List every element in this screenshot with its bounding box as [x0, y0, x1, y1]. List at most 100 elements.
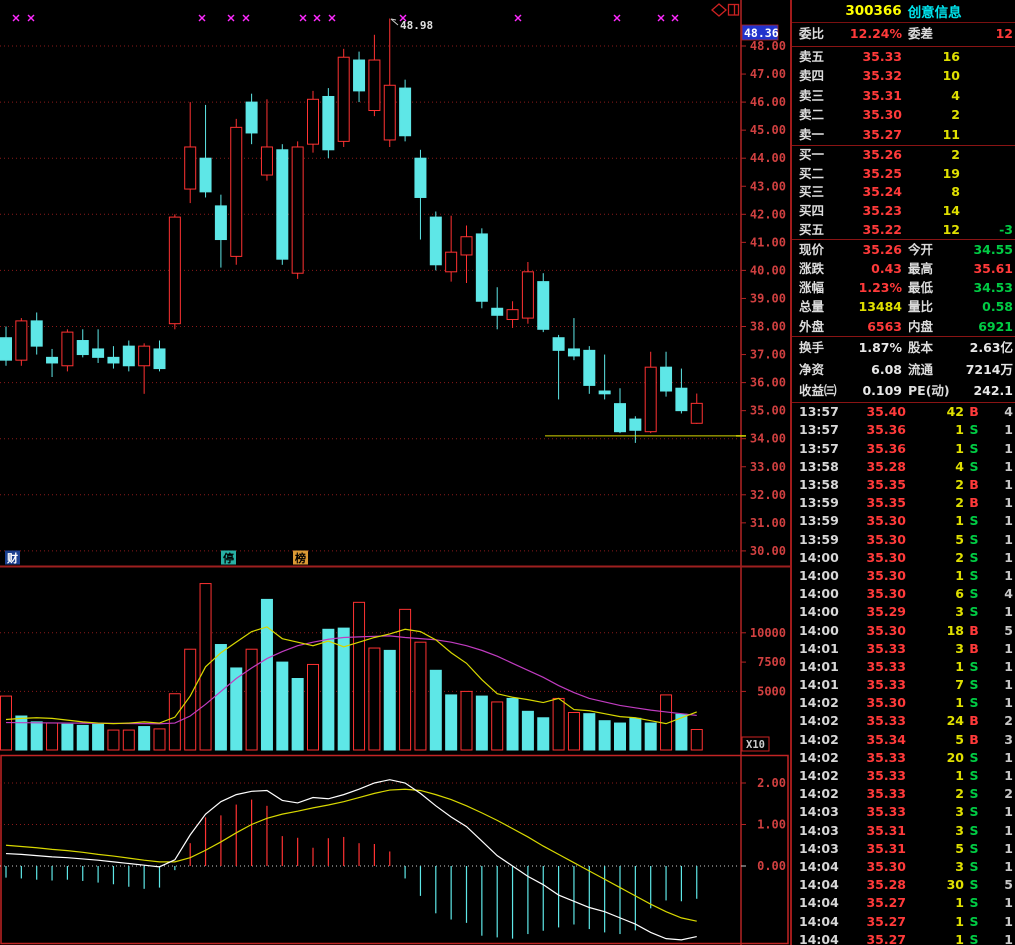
ask-row[interactable]: 卖二35.302	[792, 106, 1015, 126]
tick-count: 5	[984, 625, 1015, 638]
bid-row-price: 35.25	[840, 168, 902, 181]
tick-row[interactable]: 14:0235.3324B2	[792, 713, 1015, 731]
bid-row[interactable]: 买一35.262	[792, 146, 1015, 165]
bid-row-qty: 14	[902, 205, 960, 218]
bid-row-label: 买一	[792, 149, 840, 162]
tick-volume: 4	[906, 461, 964, 474]
macd-panel: 2.001.000.00	[0, 756, 788, 944]
bid-row[interactable]: 买二35.2519	[792, 165, 1015, 184]
tick-row[interactable]: 13:5835.284S1	[792, 458, 1015, 476]
diamond-icon[interactable]	[712, 4, 726, 16]
tick-row[interactable]: 14:0035.3018B5	[792, 622, 1015, 640]
svg-text:停: 停	[223, 551, 234, 565]
tick-row[interactable]: 14:0135.337S1	[792, 676, 1015, 694]
tick-price: 35.35	[842, 497, 906, 510]
chart-area[interactable]: 48.98财停榜48.0047.0046.0045.0044.0043.0042…	[0, 0, 790, 945]
tick-price: 35.33	[842, 679, 906, 692]
svg-text:31.00: 31.00	[750, 516, 786, 530]
quote-row-label1: 总量	[792, 301, 840, 314]
tick-row[interactable]: 14:0135.331S1	[792, 658, 1015, 676]
ask-row[interactable]: 卖一35.2711	[792, 125, 1015, 145]
tick-count: 1	[984, 934, 1015, 945]
tick-row[interactable]: 13:5935.352B1	[792, 494, 1015, 512]
tick-row[interactable]: 14:0435.303S1	[792, 858, 1015, 876]
svg-text:0.00: 0.00	[757, 859, 786, 873]
tick-time: 13:59	[792, 515, 842, 528]
ask-row[interactable]: 卖三35.314	[792, 86, 1015, 106]
tick-row[interactable]: 14:0435.271S1	[792, 894, 1015, 912]
tick-row[interactable]: 14:0235.301S1	[792, 694, 1015, 712]
tick-volume: 24	[906, 715, 964, 728]
tick-time: 14:00	[792, 552, 842, 565]
ask-row-qty: 2	[902, 109, 960, 122]
ask-row[interactable]: 卖五35.3316	[792, 47, 1015, 67]
price-axis: 48.0047.0046.0045.0044.0043.0042.0041.00…	[736, 0, 786, 945]
svg-text:7500: 7500	[757, 655, 786, 669]
quote-summary: 现价35.26今开34.55涨跌0.43最高35.61涨幅1.23%最低34.5…	[792, 240, 1015, 336]
quote-row-value1: 6563	[840, 321, 902, 334]
tick-count: 1	[984, 461, 1015, 474]
tick-row[interactable]: 14:0435.2830S5	[792, 876, 1015, 894]
tick-row[interactable]: 14:0235.345B3	[792, 731, 1015, 749]
tick-volume: 1	[906, 661, 964, 674]
tick-row[interactable]: 13:5935.301S1	[792, 513, 1015, 531]
quote-row-value1: 0.43	[840, 263, 902, 276]
ask-row-label: 卖四	[792, 70, 840, 83]
tick-row[interactable]: 14:0435.271S1	[792, 913, 1015, 931]
tick-row[interactable]: 14:0235.331S1	[792, 767, 1015, 785]
tick-volume: 1	[906, 934, 964, 945]
tick-row[interactable]: 14:0035.306S4	[792, 585, 1015, 603]
tick-row[interactable]: 14:0235.332S2	[792, 785, 1015, 803]
tick-row[interactable]: 14:0335.315S1	[792, 840, 1015, 858]
ask-row-price: 35.32	[840, 70, 902, 83]
tick-row[interactable]: 13:5735.361S1	[792, 440, 1015, 458]
tick-row[interactable]: 14:0235.3320S1	[792, 749, 1015, 767]
tick-row[interactable]: 13:5935.305S1	[792, 531, 1015, 549]
tick-side: S	[964, 679, 984, 692]
svg-text:39.00: 39.00	[750, 291, 786, 305]
bid-row[interactable]: 买三35.248	[792, 183, 1015, 202]
tick-row[interactable]: 14:0035.301S1	[792, 567, 1015, 585]
bid-row-qty: 12	[902, 224, 960, 237]
svg-text:48.00: 48.00	[750, 39, 786, 53]
tick-list[interactable]: 13:5735.4042B413:5735.361S113:5735.361S1…	[792, 403, 1015, 945]
tick-row[interactable]: 14:0035.293S1	[792, 603, 1015, 621]
tick-time: 14:01	[792, 679, 842, 692]
trading-terminal: 48.98财停榜48.0047.0046.0045.0044.0043.0042…	[0, 0, 1015, 945]
svg-text:44.00: 44.00	[750, 151, 786, 165]
bid-row[interactable]: 买五35.2212-3	[792, 221, 1015, 240]
tick-price: 35.30	[842, 515, 906, 528]
tick-count: 2	[984, 715, 1015, 728]
tick-row[interactable]: 13:5835.352B1	[792, 476, 1015, 494]
ask-row-label: 卖一	[792, 129, 840, 142]
tick-time: 13:58	[792, 479, 842, 492]
tick-volume: 1	[906, 916, 964, 929]
ask-row-price: 35.33	[840, 51, 902, 64]
svg-text:5000: 5000	[757, 684, 786, 698]
tick-price: 35.30	[842, 697, 906, 710]
ask-row[interactable]: 卖四35.3210	[792, 67, 1015, 87]
tick-row[interactable]: 14:0335.333S1	[792, 804, 1015, 822]
tick-row[interactable]: 14:0035.302S1	[792, 549, 1015, 567]
high-annotation: 48.98	[391, 19, 433, 32]
tick-row[interactable]: 13:5735.361S1	[792, 422, 1015, 440]
tick-row[interactable]: 14:0435.271S1	[792, 931, 1015, 945]
tick-count: 3	[984, 734, 1015, 747]
tick-time: 14:01	[792, 661, 842, 674]
tick-row[interactable]: 13:5735.4042B4	[792, 403, 1015, 421]
tick-count: 1	[984, 825, 1015, 838]
tick-time: 13:59	[792, 497, 842, 510]
tick-time: 14:02	[792, 770, 842, 783]
tick-volume: 5	[906, 734, 964, 747]
window-icon[interactable]	[729, 5, 739, 16]
fundamentals: 换手1.87%股本2.63亿净资6.08流通7214万收益㈢0.109PE(动)…	[792, 337, 1015, 402]
stock-header: 300366 创意信息	[792, 0, 1015, 23]
fin-row-label2: 流通	[902, 364, 946, 377]
kline-panel	[0, 19, 741, 551]
tick-price: 35.30	[842, 588, 906, 601]
tick-row[interactable]: 14:0135.333B1	[792, 640, 1015, 658]
ask-row-qty: 10	[902, 70, 960, 83]
quote-row-value1: 1.23%	[840, 282, 902, 295]
bid-row[interactable]: 买四35.2314	[792, 202, 1015, 221]
tick-row[interactable]: 14:0335.313S1	[792, 822, 1015, 840]
